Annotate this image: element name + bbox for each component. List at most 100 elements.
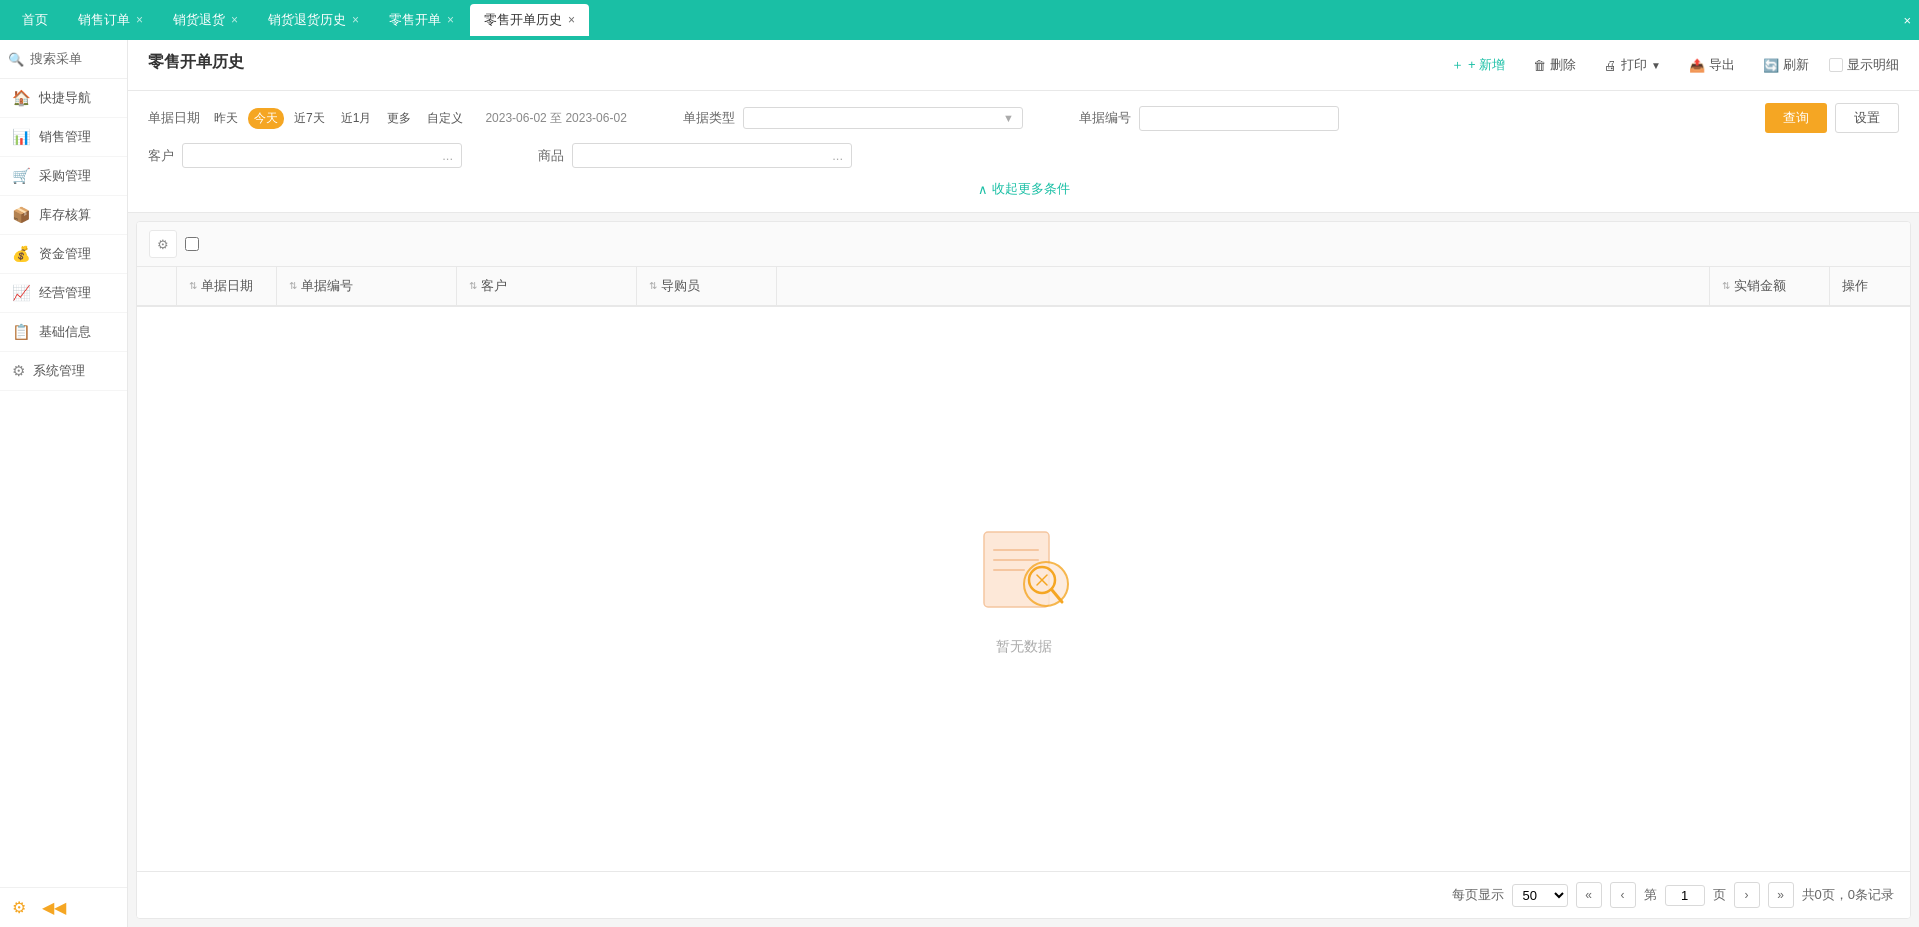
sales-icon: 📊 — [12, 128, 31, 146]
date-opt-more[interactable]: 更多 — [381, 108, 417, 129]
th-action-label: 操作 — [1842, 277, 1868, 295]
date-label: 单据日期 — [148, 109, 200, 127]
display-checkbox[interactable] — [1829, 58, 1843, 72]
sidebar-item-finance-label: 资金管理 — [39, 245, 91, 263]
per-page-select[interactable]: 50 100 200 — [1512, 884, 1568, 907]
delete-button[interactable]: 🗑 删除 — [1525, 52, 1584, 78]
sort-guide-icon[interactable]: ⇅ — [649, 281, 657, 291]
empty-text: 暂无数据 — [996, 638, 1052, 656]
date-opt-1month[interactable]: 近1月 — [335, 108, 378, 129]
page-number-input[interactable] — [1665, 885, 1705, 906]
nav-tab-return[interactable]: 销货退货 × — [159, 4, 252, 36]
th-action: 操作 — [1830, 267, 1910, 305]
date-opt-today[interactable]: 今天 — [248, 108, 284, 129]
nav-tab-return-history-label: 销货退货历史 — [268, 11, 346, 29]
sort-number-icon[interactable]: ⇅ — [289, 281, 297, 291]
th-amount: ⇅ 实销金额 — [1710, 267, 1830, 305]
sidebar-item-purchase-label: 采购管理 — [39, 167, 91, 185]
refresh-button[interactable]: 🔄 刷新 — [1755, 52, 1817, 78]
date-options: 昨天 今天 近7天 近1月 更多 自定义 — [208, 108, 469, 129]
sidebar-item-inventory[interactable]: 📦 库存核算 — [0, 196, 127, 235]
table-settings-icon[interactable]: ⚙ — [149, 230, 177, 258]
export-button[interactable]: 📤 导出 — [1681, 52, 1743, 78]
sidebar-item-system[interactable]: ⚙ 系统管理 — [0, 352, 127, 391]
purchase-icon: 🛒 — [12, 167, 31, 185]
nav-tab-return-history[interactable]: 销货退货历史 × — [254, 4, 373, 36]
nav-tab-sales-order[interactable]: 销售订单 × — [64, 4, 157, 36]
th-extra — [777, 267, 1710, 305]
nav-tab-return-history-close[interactable]: × — [352, 13, 359, 27]
nav-tab-retail-history-close[interactable]: × — [568, 13, 575, 27]
sidebar-item-finance[interactable]: 💰 资金管理 — [0, 235, 127, 274]
search-icon: 🔍 — [8, 52, 24, 67]
query-button[interactable]: 查询 — [1765, 103, 1827, 133]
th-guide: ⇅ 导购员 — [637, 267, 777, 305]
finance-icon: 💰 — [12, 245, 31, 263]
pagination: 每页显示 50 100 200 « ‹ 第 页 › » 共0页，0条记录 — [137, 871, 1910, 918]
sidebar-bottom: ⚙ ◀◀ — [0, 887, 127, 927]
goods-select[interactable]: ... — [572, 143, 852, 168]
sidebar-item-operations[interactable]: 📈 经营管理 — [0, 274, 127, 313]
page-next-btn[interactable]: › — [1734, 882, 1760, 908]
nav-tab-retail[interactable]: 零售开单 × — [375, 4, 468, 36]
nav-tab-retail-close[interactable]: × — [447, 13, 454, 27]
print-button-label: 打印 — [1621, 56, 1647, 74]
nav-tab-return-close[interactable]: × — [231, 13, 238, 27]
customer-label: 客户 — [148, 147, 174, 165]
filter-number: 单据编号 — [1079, 106, 1339, 131]
sidebar-item-quick-nav[interactable]: 🏠 快捷导航 — [0, 79, 127, 118]
sidebar-item-purchase[interactable]: 🛒 采购管理 — [0, 157, 127, 196]
collapse-icon: ∧ — [978, 182, 988, 197]
date-opt-7days[interactable]: 近7天 — [288, 108, 331, 129]
customer-select[interactable]: ... — [182, 143, 462, 168]
number-input[interactable] — [1139, 106, 1339, 131]
collapse-sidebar-icon[interactable]: ◀◀ — [42, 898, 66, 917]
add-button[interactable]: ＋ + 新增 — [1443, 52, 1513, 78]
date-range-text: 2023-06-02 至 2023-06-02 — [485, 110, 626, 127]
sort-amount-icon[interactable]: ⇅ — [1722, 281, 1730, 291]
nav-close-btn[interactable]: × — [1903, 13, 1911, 28]
customer-ellipsis: ... — [442, 148, 453, 163]
empty-icon — [964, 522, 1084, 622]
export-button-label: 导出 — [1709, 56, 1735, 74]
th-guide-label: 导购员 — [661, 277, 700, 295]
th-date: ⇅ 单据日期 — [177, 267, 277, 305]
delete-icon: 🗑 — [1533, 58, 1546, 73]
nav-tab-sales-order-close[interactable]: × — [136, 13, 143, 27]
add-button-label: + 新增 — [1468, 56, 1505, 74]
nav-tab-home[interactable]: 首页 — [8, 4, 62, 36]
sidebar-item-sales[interactable]: 📊 销售管理 — [0, 118, 127, 157]
page-first-btn[interactable]: « — [1576, 882, 1602, 908]
export-icon: 📤 — [1689, 58, 1705, 73]
date-opt-yesterday[interactable]: 昨天 — [208, 108, 244, 129]
filter-date-range: 2023-06-02 至 2023-06-02 — [485, 110, 626, 127]
filter-row-1: 单据日期 昨天 今天 近7天 近1月 更多 自定义 2023-06-02 至 2… — [148, 103, 1899, 133]
collapse-label: 收起更多条件 — [992, 180, 1070, 198]
goods-label: 商品 — [538, 147, 564, 165]
inventory-icon: 📦 — [12, 206, 31, 224]
display-toggle[interactable]: 显示明细 — [1829, 56, 1899, 74]
th-checkbox — [137, 267, 177, 305]
page-last-btn[interactable]: » — [1768, 882, 1794, 908]
date-opt-custom[interactable]: 自定义 — [421, 108, 469, 129]
type-label: 单据类型 — [683, 109, 735, 127]
nav-tab-return-label: 销货退货 — [173, 11, 225, 29]
settings-gear-icon[interactable]: ⚙ — [12, 898, 26, 917]
sort-customer-icon[interactable]: ⇅ — [469, 281, 477, 291]
nav-tab-retail-history[interactable]: 零售开单历史 × — [470, 4, 589, 36]
select-all-checkbox[interactable] — [185, 237, 199, 251]
type-select[interactable]: ▼ — [743, 107, 1023, 129]
sidebar-search[interactable]: 🔍 搜索采单 — [0, 40, 127, 79]
main-layout: 🔍 搜索采单 🏠 快捷导航 📊 销售管理 🛒 采购管理 📦 库存核算 💰 资金管… — [0, 40, 1919, 927]
settings-button[interactable]: 设置 — [1835, 103, 1899, 133]
sort-date-icon[interactable]: ⇅ — [189, 281, 197, 291]
page-label-ye: 页 — [1713, 886, 1726, 904]
table-header: ⇅ 单据日期 ⇅ 单据编号 ⇅ 客户 ⇅ 导购员 ⇅ 实销 — [137, 267, 1910, 307]
table-area: ⚙ ⇅ 单据日期 ⇅ 单据编号 ⇅ 客户 ⇅ — [136, 221, 1911, 919]
sidebar-item-basic-info[interactable]: 📋 基础信息 — [0, 313, 127, 352]
collapse-button[interactable]: ∧ 收起更多条件 — [970, 178, 1078, 200]
page-prev-btn[interactable]: ‹ — [1610, 882, 1636, 908]
print-button[interactable]: 🖨 打印 ▼ — [1596, 52, 1669, 78]
empty-state: 暂无数据 — [137, 307, 1910, 871]
top-nav-bar: 首页 销售订单 × 销货退货 × 销货退货历史 × 零售开单 × 零售开单历史 … — [0, 0, 1919, 40]
